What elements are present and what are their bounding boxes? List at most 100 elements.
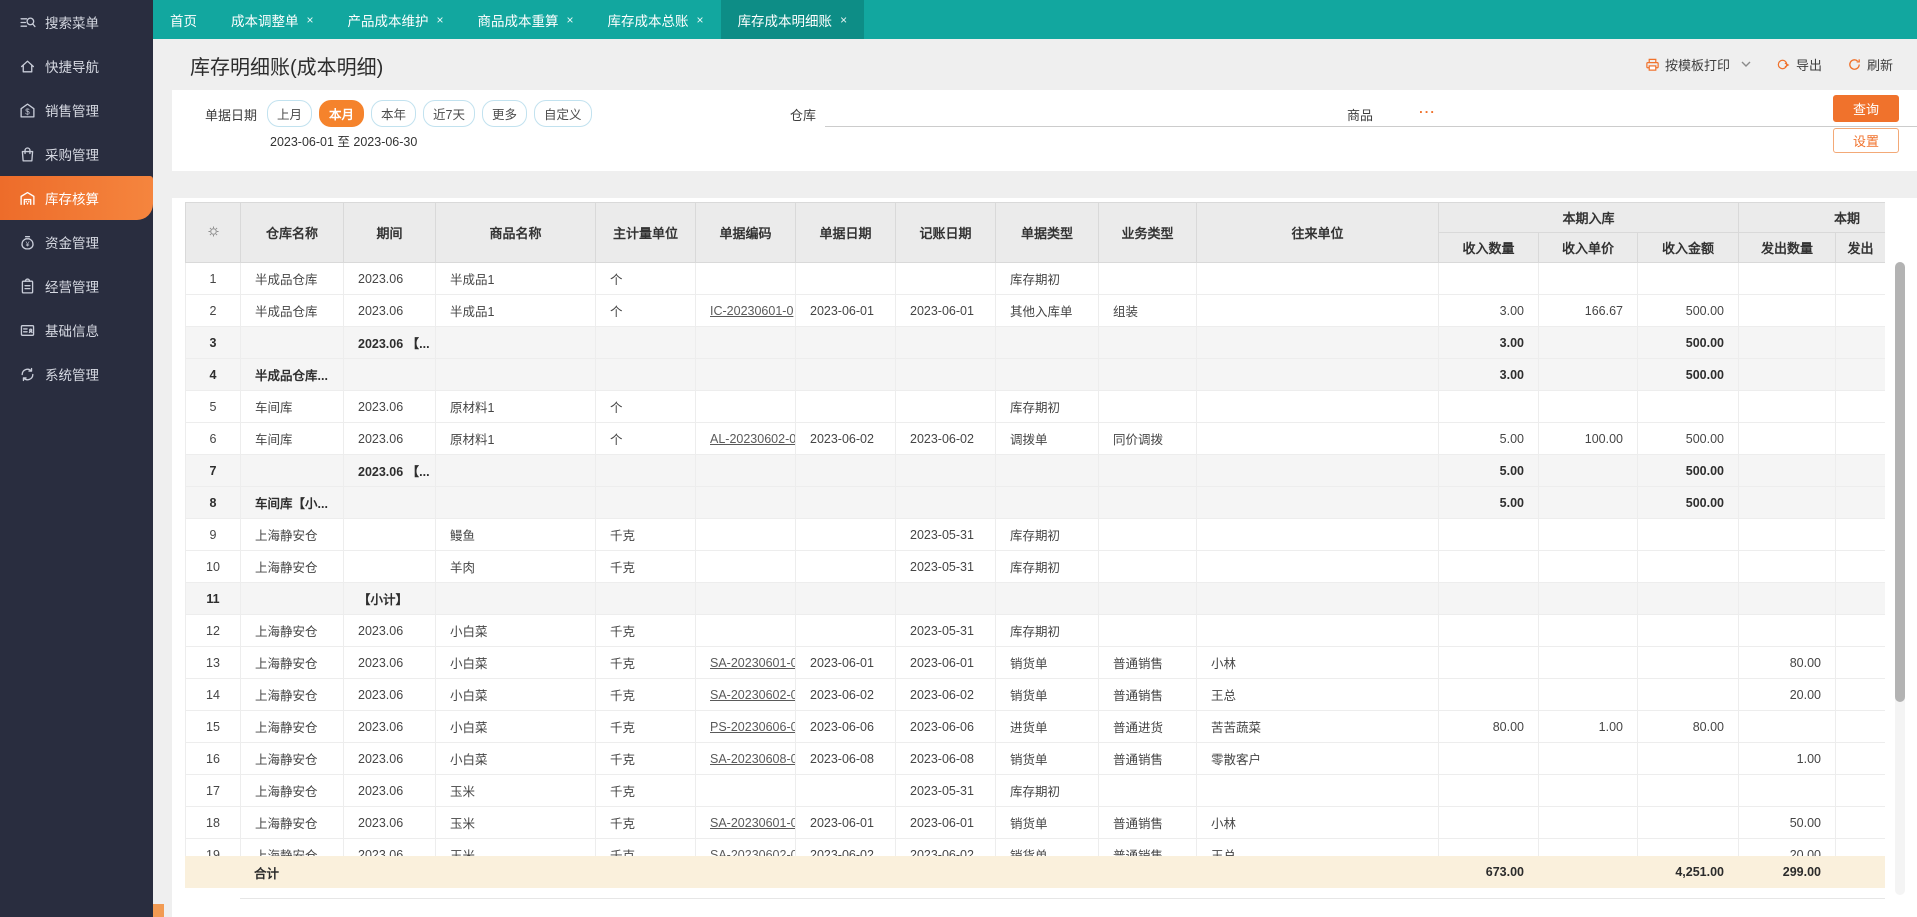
cell-price_in: [1538, 454, 1638, 487]
col-doc-date: 单据日期: [795, 202, 896, 263]
cell-code: PS-20230606-0: [695, 710, 796, 743]
cell-product: 原材料1: [435, 422, 596, 455]
cell-warehouse: [240, 582, 344, 615]
sidebar-item-search-menu[interactable]: 搜索菜单: [0, 0, 153, 44]
total-cell-price_out: [1835, 856, 1885, 888]
doc-code-link[interactable]: IC-20230601-0: [710, 304, 793, 318]
cell-price_out: [1834, 806, 1885, 839]
colgroup-period-in: 本期入库: [1438, 202, 1739, 233]
cell-num: 14: [185, 678, 241, 711]
cell-doc_date: [795, 550, 896, 583]
cell-unit: 千克: [595, 774, 696, 807]
table-row: 14 上海静安仓 2023.06 小白菜 千克 SA-20230602-0 2023-06-…: [185, 678, 1885, 711]
doc-code-link[interactable]: SA-20230601-0: [710, 816, 795, 830]
cell-warehouse: 上海静安仓: [240, 518, 344, 551]
vertical-scrollbar-track[interactable]: [1895, 262, 1905, 895]
doc-code-link[interactable]: SA-20230602-0: [710, 688, 795, 702]
vertical-scrollbar-thumb[interactable]: [1895, 262, 1905, 702]
tab-close-icon[interactable]: ×: [437, 13, 444, 27]
cell-num: 17: [185, 774, 241, 807]
sidebar-item-label: 基础信息: [45, 324, 99, 339]
tab-close-icon[interactable]: ×: [840, 13, 847, 27]
sidebar-item-funds[interactable]: ¥ 资金管理: [0, 220, 153, 264]
print-by-template-button[interactable]: 按模板打印: [1645, 55, 1751, 74]
cell-price_out: [1834, 550, 1885, 583]
settings-button[interactable]: 设置: [1833, 128, 1899, 153]
cell-period: 2023.06: [343, 390, 436, 423]
cell-doc_date: [795, 390, 896, 423]
cell-amount_in: 500.00: [1637, 454, 1739, 487]
sidebar-item-purchase[interactable]: 采购管理: [0, 132, 153, 176]
cell-product: 小白菜: [435, 710, 596, 743]
table-row: 3 2023.06 【... 3.00 500.00: [185, 326, 1885, 359]
sidebar-item-quick-nav[interactable]: 快捷导航: [0, 44, 153, 88]
date-pill-this-month[interactable]: 本月: [319, 100, 365, 127]
cell-biz_type: 普通销售: [1098, 742, 1197, 775]
col-warehouse: 仓库名称: [240, 202, 344, 263]
export-button[interactable]: 导出: [1776, 55, 1822, 74]
cell-amount_in: 80.00: [1637, 710, 1739, 743]
cell-qty_in: [1438, 646, 1539, 679]
cell-unit: [595, 358, 696, 391]
cell-doc_type: 库存期初: [995, 390, 1099, 423]
tab-close-icon[interactable]: ×: [307, 13, 314, 27]
cell-partner: 王总: [1196, 678, 1439, 711]
sidebar-item-basic-info[interactable]: 基础信息: [0, 308, 153, 352]
date-pill-custom[interactable]: 自定义: [534, 100, 592, 127]
cell-qty_in: [1438, 518, 1539, 551]
table-row: 4 半成品仓库... 3.00 500.00: [185, 358, 1885, 391]
doc-code-link[interactable]: SA-20230608-0: [710, 752, 795, 766]
cell-qty_in: [1438, 614, 1539, 647]
cell-partner: 小林: [1196, 646, 1439, 679]
sidebar-item-sales[interactable]: $ 销售管理: [0, 88, 153, 132]
tab-home[interactable]: 首页: [153, 0, 214, 39]
cell-period: 2023.06: [343, 614, 436, 647]
cell-amount_in: 500.00: [1637, 326, 1739, 359]
cell-doc_date: 2023-06-01: [795, 294, 896, 327]
doc-code-link[interactable]: SA-20230601-0: [710, 656, 795, 670]
tab-inventory-cost-ledger[interactable]: 库存成本总账 ×: [591, 0, 721, 39]
cell-price_in: 100.00: [1538, 422, 1638, 455]
cell-doc_date: [795, 326, 896, 359]
refresh-button[interactable]: 刷新: [1847, 55, 1893, 74]
tab-close-icon[interactable]: ×: [697, 13, 704, 27]
cell-unit: 个: [595, 390, 696, 423]
warehouse-filter-label: 仓库: [790, 108, 817, 123]
cell-book_date: 2023-06-02: [895, 422, 996, 455]
cell-price_in: [1538, 806, 1638, 839]
sidebar-item-inventory-accounting[interactable]: 库存核算: [0, 176, 153, 220]
doc-code-link[interactable]: AL-20230602-0: [710, 432, 795, 446]
date-pill-last-month[interactable]: 上月: [267, 100, 313, 127]
corner-handle[interactable]: [153, 904, 164, 917]
cell-num: 9: [185, 518, 241, 551]
cell-num: 7: [185, 454, 241, 487]
cell-period: 2023.06: [343, 262, 436, 295]
page-title: 库存明细账(成本明细): [190, 57, 384, 79]
cell-amount_in: [1637, 262, 1739, 295]
cell-product: 小白菜: [435, 646, 596, 679]
tab-close-icon[interactable]: ×: [567, 13, 574, 27]
tab-product-cost-maintain[interactable]: 产品成本维护 ×: [331, 0, 461, 39]
cell-qty_in: 3.00: [1438, 358, 1539, 391]
cell-qty_out: 80.00: [1738, 646, 1836, 679]
date-pill-more[interactable]: 更多: [482, 100, 528, 127]
date-pill-this-year[interactable]: 本年: [371, 100, 417, 127]
cell-code: SA-20230602-0: [695, 678, 796, 711]
cell-partner: [1196, 550, 1439, 583]
tab-product-cost-recalc[interactable]: 商品成本重算 ×: [461, 0, 591, 39]
cell-partner: 小林: [1196, 806, 1439, 839]
tab-cost-adjustment[interactable]: 成本调整单 ×: [214, 0, 331, 39]
doc-code-link[interactable]: PS-20230606-0: [710, 720, 795, 734]
sidebar-item-system[interactable]: 系统管理: [0, 352, 153, 396]
cell-book_date: [895, 358, 996, 391]
sidebar-item-operations[interactable]: 经营管理: [0, 264, 153, 308]
table-settings-gear[interactable]: [185, 202, 241, 263]
cell-product: 玉米: [435, 806, 596, 839]
sidebar-item-label: 系统管理: [45, 368, 99, 383]
tab-inventory-cost-detail[interactable]: 库存成本明细账 ×: [720, 0, 865, 39]
chevron-down-icon[interactable]: [1741, 61, 1751, 68]
date-pill-last-7-days[interactable]: 近7天: [423, 100, 475, 127]
table-row: 12 上海静安仓 2023.06 小白菜 千克 2023-05-31 库存期初: [185, 614, 1885, 647]
total-cell-amount_in: 4,251.00: [1637, 856, 1738, 888]
query-button[interactable]: 查询: [1833, 95, 1899, 122]
